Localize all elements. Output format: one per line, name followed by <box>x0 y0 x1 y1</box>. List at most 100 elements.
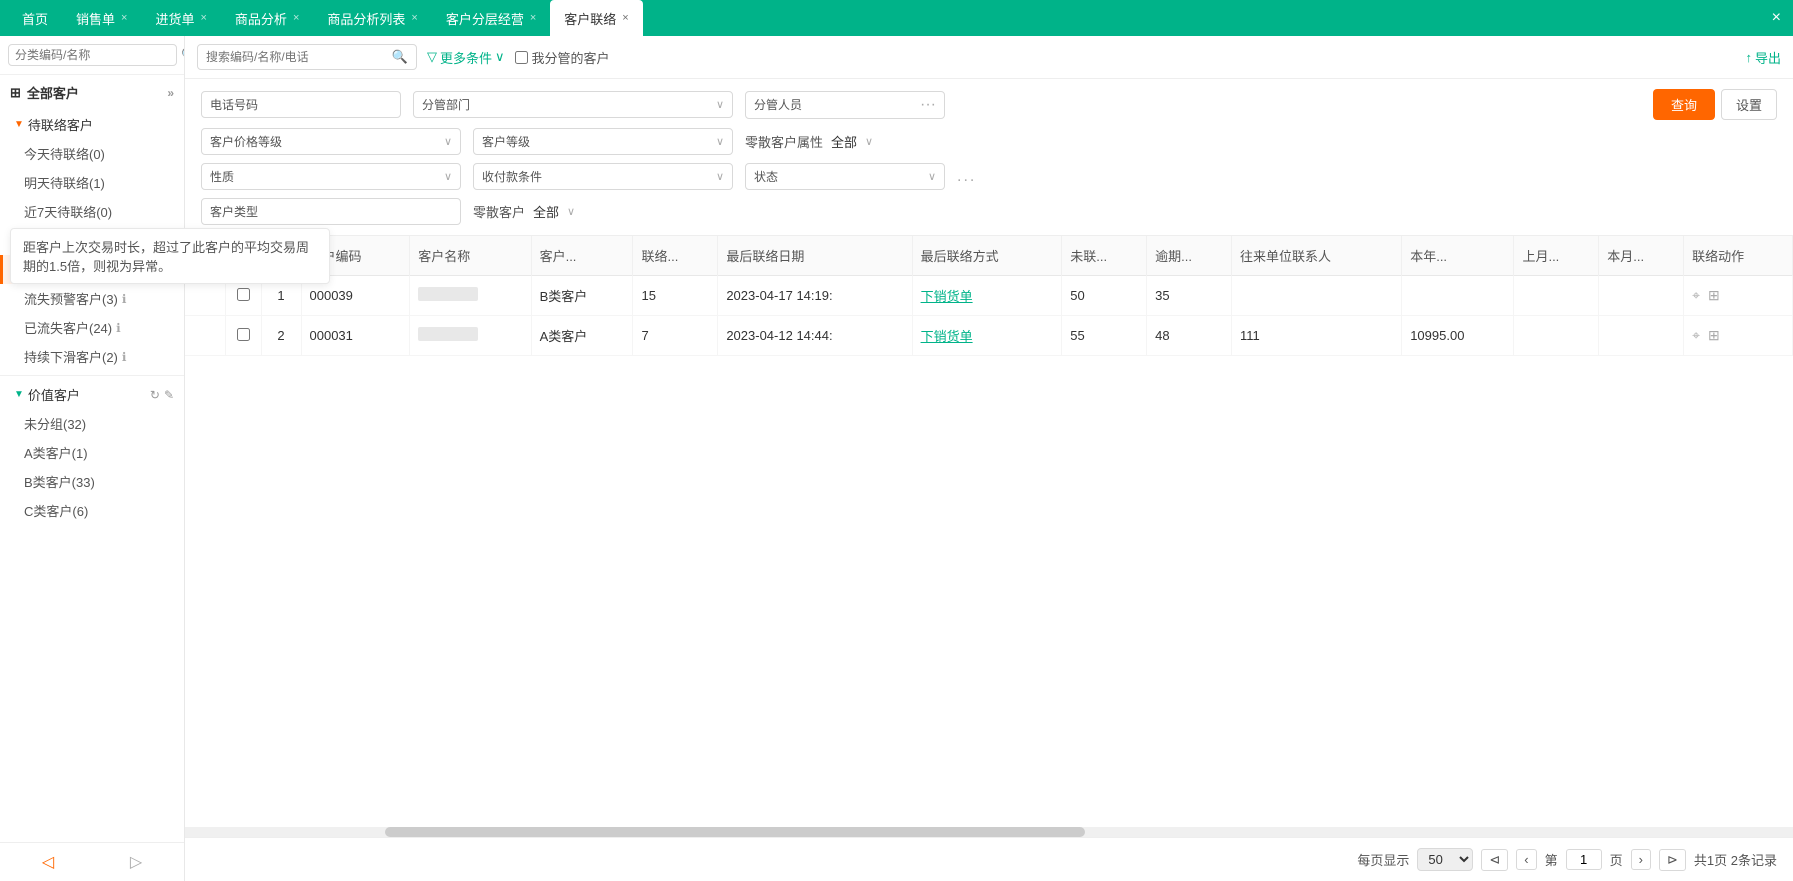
grid-action-icon[interactable]: ⊞ <box>1708 327 1720 344</box>
sidebar-nav-left[interactable]: ◁ <box>6 849 90 875</box>
sidebar-item-7days[interactable]: 近7天待联络(0) <box>0 197 184 226</box>
close-icon[interactable]: × <box>622 12 628 24</box>
horizontal-scrollbar[interactable] <box>185 827 1793 837</box>
tab-analysis[interactable]: 商品分析 × <box>221 0 313 36</box>
row2-name <box>410 316 531 356</box>
last-page-button[interactable]: ⊳ <box>1659 849 1686 871</box>
scrollbar-thumb[interactable] <box>385 827 1085 837</box>
sidebar-search-area: 🔍 <box>0 36 184 75</box>
tooltip-box: 距客户上次交易时长，超过了此客户的平均交易周期的1.5倍，则视为异常。 <box>185 228 330 284</box>
query-button[interactable]: 查询 <box>1653 89 1715 120</box>
waiting-contact-group[interactable]: ▼ 待联络客户 <box>0 110 184 139</box>
row1-action: ⌖ ⊞ <box>1684 276 1793 316</box>
sidebar-item-tomorrow[interactable]: 明天待联络(1) <box>0 168 184 197</box>
grid-action-icon[interactable]: ⊞ <box>1708 287 1720 304</box>
filter-bar: 🔍 ▽ 更多条件 ∨ 我分管的客户 ↑ 导出 <box>185 36 1793 79</box>
sidebar-item-declining[interactable]: 持续下滑客户(2) ℹ <box>0 342 184 371</box>
sidebar-item-class-a[interactable]: A类客户(1) <box>0 438 184 467</box>
close-icon[interactable]: × <box>293 12 299 24</box>
close-icon[interactable]: × <box>411 12 417 24</box>
tab-sales[interactable]: 销售单 × <box>62 0 141 36</box>
my-customers-check[interactable] <box>515 51 528 64</box>
edit-icon[interactable]: ✎ <box>164 388 174 402</box>
row2-last-method[interactable]: 下销货单 <box>912 316 1062 356</box>
chevron-down-icon: ∨ <box>716 135 724 148</box>
value-customer-group[interactable]: ▼ 价值客户 ↻ ✎ <box>0 380 184 409</box>
col-action: 联络动作 <box>1684 236 1793 276</box>
row1-contact: 15 <box>633 276 718 316</box>
dots-icon[interactable]: ··· <box>920 96 936 114</box>
sidebar-search-input[interactable] <box>8 44 177 66</box>
sidebar-item-unclassified[interactable]: 未分组(32) <box>0 409 184 438</box>
search-bar[interactable]: 🔍 <box>197 44 417 70</box>
row2-checkbox[interactable] <box>237 328 250 341</box>
chevron-down-icon: ∨ <box>444 135 452 148</box>
col-overdue: 逾期... <box>1147 236 1232 276</box>
export-icon: ↑ <box>1745 50 1752 65</box>
link-action-icon[interactable]: ⌖ <box>1692 327 1700 344</box>
row2-settings <box>185 316 225 356</box>
collapse-icon[interactable]: » <box>167 86 174 100</box>
sidebar-item-today[interactable]: 今天待联络(0) <box>0 139 184 168</box>
first-page-button[interactable]: ⊲ <box>1481 849 1508 871</box>
prev-page-button[interactable]: ‹ <box>1516 849 1536 870</box>
my-customers-checkbox[interactable]: 我分管的客户 <box>515 48 610 67</box>
more-dots-icon[interactable]: ... <box>957 168 976 186</box>
phone-field[interactable]: 电话号码 <box>201 91 401 118</box>
row1-checkbox[interactable] <box>237 288 250 301</box>
row2-overdue: 48 <box>1147 316 1232 356</box>
close-all-button[interactable]: × <box>1772 9 1781 27</box>
sidebar-item-class-b[interactable]: B类客户(33) <box>0 467 184 496</box>
tab-analysis-list[interactable]: 商品分析列表 × <box>313 0 431 36</box>
close-icon[interactable]: × <box>200 12 206 24</box>
row2-last-month <box>1514 316 1599 356</box>
customer-type-field[interactable]: 客户类型 <box>201 198 461 225</box>
retail-attr-field[interactable]: 零散客户属性 全部 ∨ <box>745 132 873 151</box>
chevron-down-icon: ∨ <box>495 49 505 65</box>
table-row: 2 000031 A类客户 7 2023-04-12 14:44: 下销货单 5… <box>185 316 1793 356</box>
sidebar-item-already-lost[interactable]: 已流失客户(24) ℹ <box>0 313 184 342</box>
pagination: 每页显示 50 100 200 ⊲ ‹ 第 页 › ⊳ 共1页 2条记录 <box>185 837 1793 881</box>
info-icon[interactable]: ℹ <box>122 350 127 364</box>
search-icon[interactable]: 🔍 <box>392 49 408 65</box>
tab-home[interactable]: 首页 <box>8 0 62 36</box>
next-page-button[interactable]: › <box>1631 849 1651 870</box>
close-icon[interactable]: × <box>121 12 127 24</box>
grid-icon: ⊞ <box>10 85 21 101</box>
row2-check[interactable] <box>225 316 261 356</box>
sidebar-item-lost-warning[interactable]: 流失预警客户(3) ℹ <box>0 284 184 313</box>
tab-customer-contact[interactable]: 客户联络 × <box>550 0 642 36</box>
status-field[interactable]: 状态 ∨ <box>745 163 945 190</box>
gender-field[interactable]: 性质 ∨ <box>201 163 461 190</box>
row1-last-month <box>1514 276 1599 316</box>
row1-last-method[interactable]: 下销货单 <box>912 276 1062 316</box>
sidebar-item-class-c[interactable]: C类客户(6) <box>0 496 184 525</box>
payment-field[interactable]: 收付款条件 ∨ <box>473 163 733 190</box>
refresh-icon[interactable]: ↻ <box>150 388 160 402</box>
row1-this-month <box>1599 276 1684 316</box>
export-button[interactable]: ↑ 导出 <box>1745 48 1781 67</box>
retail-customer-field[interactable]: 零散客户 全部 ∨ <box>473 202 575 221</box>
col-name: 客户名称 <box>410 236 531 276</box>
dept-field[interactable]: 分管部门 ∨ <box>413 91 733 118</box>
page-size-select[interactable]: 50 100 200 <box>1417 848 1473 871</box>
main-search-input[interactable] <box>206 50 392 64</box>
settings-button[interactable]: 设置 <box>1721 89 1777 120</box>
all-customers-header[interactable]: ⊞ 全部客户 » <box>0 75 184 110</box>
customer-grade-field[interactable]: 客户等级 ∨ <box>473 128 733 155</box>
row2-contact: 7 <box>633 316 718 356</box>
price-grade-field[interactable]: 客户价格等级 ∨ <box>201 128 461 155</box>
sidebar: 🔍 ⊞ 全部客户 » ▼ 待联络客户 今天待联络(0) 明天待联络(1) 近7天… <box>0 36 185 881</box>
tab-purchase[interactable]: 进货单 × <box>141 0 220 36</box>
personnel-field[interactable]: 分管人员 ··· <box>745 91 945 119</box>
sidebar-nav-right[interactable]: ▷ <box>94 849 178 875</box>
close-icon[interactable]: × <box>530 12 536 24</box>
page-number-input[interactable] <box>1566 849 1602 870</box>
link-action-icon[interactable]: ⌖ <box>1692 287 1700 304</box>
more-conditions-button[interactable]: ▽ 更多条件 ∨ <box>427 48 505 67</box>
info-icon[interactable]: ℹ <box>122 292 127 306</box>
row1-overdue: 35 <box>1147 276 1232 316</box>
customer-table: ⚙ 客户编码 客户名称 客户... 联络... 最后联络日期 最后联络方式 未联… <box>185 236 1793 356</box>
info-icon[interactable]: ℹ <box>116 321 121 335</box>
tab-customer-seg[interactable]: 客户分层经营 × <box>432 0 550 36</box>
